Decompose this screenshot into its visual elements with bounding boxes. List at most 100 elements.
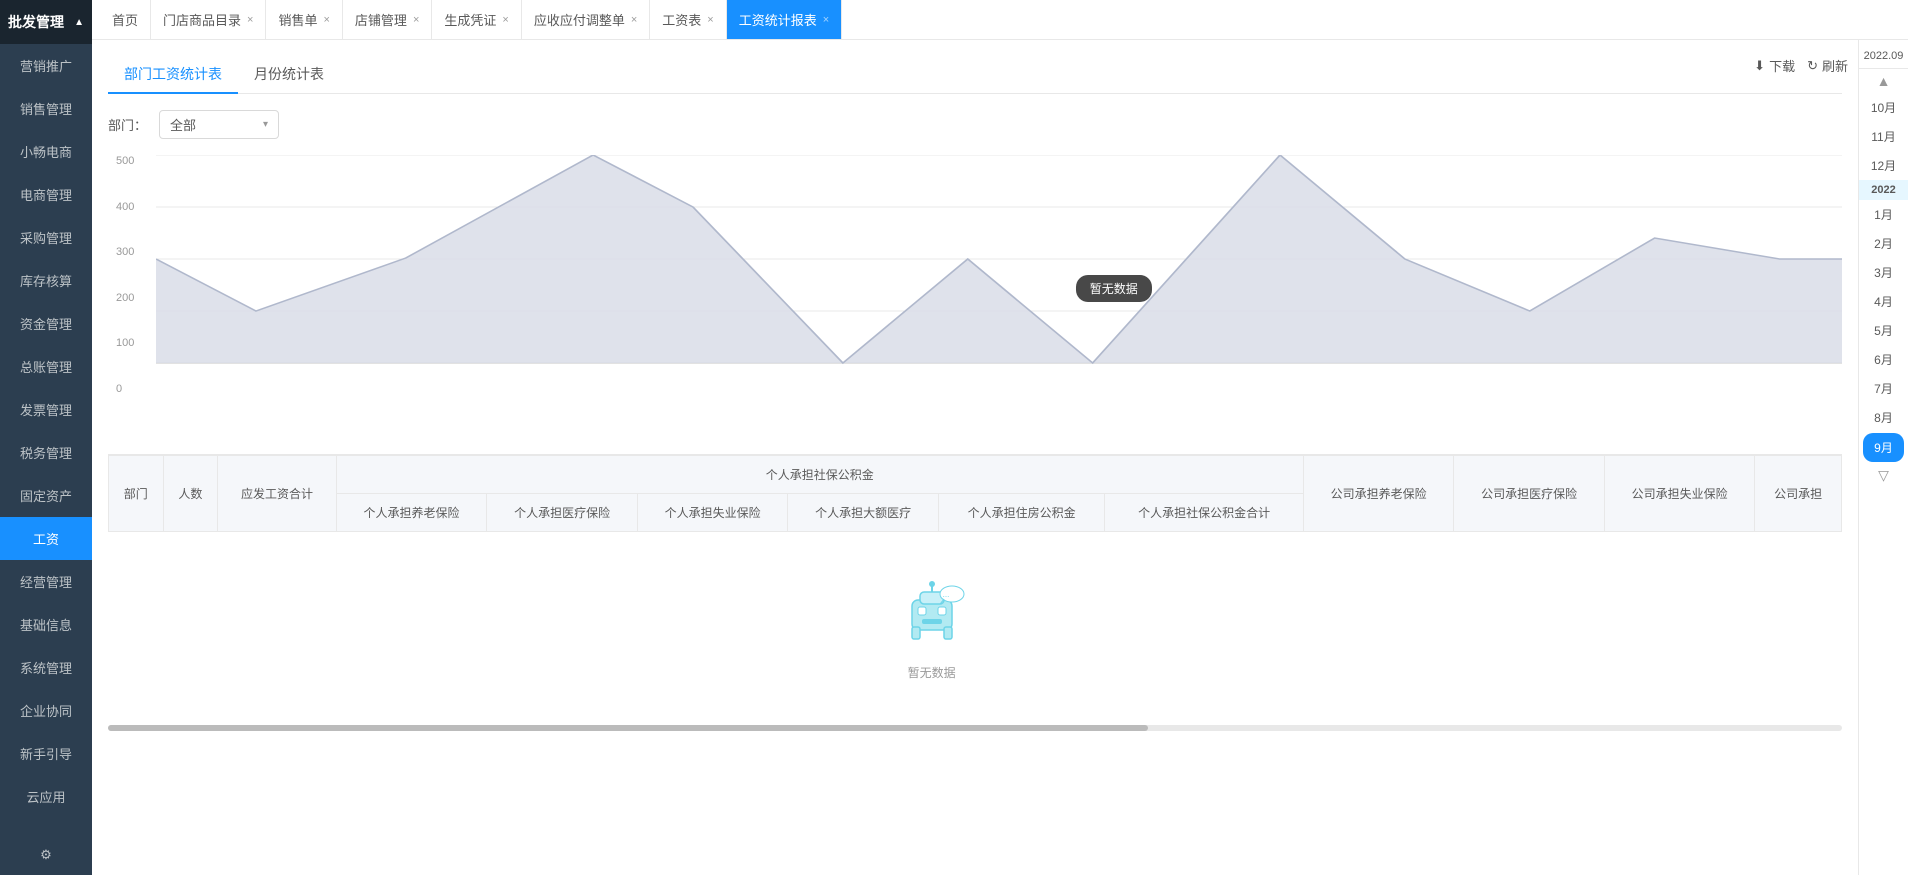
th-company-unemploy: 公司承担失业保险	[1604, 456, 1755, 532]
chart-tooltip: 暂无数据	[1076, 275, 1152, 302]
sidebar-item-12[interactable]: 经营管理	[0, 560, 92, 603]
month-1[interactable]: 1月	[1859, 200, 1908, 229]
tab-7[interactable]: 工资统计报表×	[727, 0, 842, 40]
tab-close-4[interactable]: ×	[502, 14, 508, 26]
empty-row: ... 暂无数据	[109, 532, 1842, 722]
th-total-wage: 应发工资合计	[218, 456, 337, 532]
month-4[interactable]: 4月	[1859, 287, 1908, 316]
th-personal-medical: 个人承担医疗保险	[487, 494, 638, 532]
tabs-container: 首页门店商品目录×销售单×店铺管理×生成凭证×应收应付调整单×工资表×工资统计报…	[100, 0, 842, 40]
y-label-100: 100	[116, 337, 134, 349]
month-11[interactable]: 11月	[1859, 122, 1908, 151]
download-icon: ⬇	[1754, 58, 1765, 74]
settings-button[interactable]: ⚙	[0, 835, 92, 875]
date-panel: 2022.09 ▲ 10月 11月 12月 2022 1月 2月 3月 4月 5…	[1858, 40, 1908, 875]
empty-text: 暂无数据	[908, 664, 956, 681]
date-nav-up[interactable]: ▲	[1859, 69, 1908, 93]
y-label-0: 0	[116, 383, 134, 395]
sidebar-header[interactable]: 批发管理 ▲	[0, 0, 92, 44]
tab-3[interactable]: 店铺管理×	[343, 0, 432, 40]
chart-area: 0 100 200 300 400 500	[108, 155, 1842, 455]
sidebar-item-2[interactable]: 小畅电商	[0, 130, 92, 173]
month-9-active[interactable]: 9月	[1863, 433, 1904, 462]
month-10[interactable]: 10月	[1859, 93, 1908, 122]
sidebar-item-1[interactable]: 销售管理	[0, 87, 92, 130]
month-2[interactable]: 2月	[1859, 229, 1908, 258]
empty-state: ... 暂无数据	[109, 532, 1755, 721]
tab-close-1[interactable]: ×	[247, 14, 253, 26]
department-select[interactable]: 全部 ▾	[159, 110, 279, 139]
sidebar-item-16[interactable]: 新手引导	[0, 732, 92, 775]
sidebar-item-14[interactable]: 系统管理	[0, 646, 92, 689]
th-personal-unemploy: 个人承担失业保险	[637, 494, 788, 532]
sub-tab-month[interactable]: 月份统计表	[238, 56, 340, 94]
sidebar-item-10[interactable]: 固定资产	[0, 474, 92, 517]
month-6[interactable]: 6月	[1859, 345, 1908, 374]
sidebar-item-13[interactable]: 基础信息	[0, 603, 92, 646]
tab-close-3[interactable]: ×	[413, 14, 419, 26]
sidebar-item-3[interactable]: 电商管理	[0, 173, 92, 216]
sidebar-item-11[interactable]: 工资	[0, 517, 92, 560]
data-table: 部门 人数 应发工资合计 个人承担社保公积金 公司承担养老保险 公司承担医疗保险…	[108, 455, 1842, 721]
toolbar: 部门： 全部 ▾	[108, 110, 1842, 139]
scrollbar-track[interactable]	[108, 725, 1842, 731]
settings-icon: ⚙	[40, 847, 52, 862]
sidebar-title: 批发管理	[8, 12, 64, 32]
sidebar-item-4[interactable]: 采购管理	[0, 216, 92, 259]
y-label-400: 400	[116, 201, 134, 213]
tab-2[interactable]: 销售单×	[266, 0, 342, 40]
refresh-icon: ↻	[1807, 58, 1818, 74]
svg-text:...: ...	[942, 590, 949, 599]
tab-6[interactable]: 工资表×	[650, 0, 726, 40]
sidebar: 批发管理 ▲ 营销推广销售管理小畅电商电商管理采购管理库存核算资金管理总账管理发…	[0, 0, 92, 875]
date-panel-header: 2022.09	[1859, 44, 1908, 69]
y-axis: 0 100 200 300 400 500	[116, 155, 134, 395]
th-count: 人数	[163, 456, 218, 532]
year-2022: 2022	[1859, 180, 1908, 200]
sidebar-item-9[interactable]: 税务管理	[0, 431, 92, 474]
scrollbar-thumb[interactable]	[108, 725, 1148, 731]
sidebar-item-0[interactable]: 营销推广	[0, 44, 92, 87]
month-3[interactable]: 3月	[1859, 258, 1908, 287]
chevron-down-icon: ▾	[263, 119, 268, 130]
sidebar-item-5[interactable]: 库存核算	[0, 259, 92, 302]
sub-tabs: 部门工资统计表 月份统计表	[108, 56, 1842, 94]
tab-close-7[interactable]: ×	[823, 14, 829, 26]
th-personal-major-medical: 个人承担大额医疗	[788, 494, 939, 532]
sidebar-arrow-icon: ▲	[74, 17, 84, 28]
sidebar-item-6[interactable]: 资金管理	[0, 302, 92, 345]
department-value: 全部	[170, 115, 196, 134]
content-area: ⬇ 下载 ↻ 刷新 部门工资统计表 月份统计表 部门： 全部 ▾	[92, 40, 1908, 875]
sidebar-item-15[interactable]: 企业协同	[0, 689, 92, 732]
th-department: 部门	[109, 456, 164, 532]
chart-svg	[148, 155, 1842, 415]
month-7[interactable]: 7月	[1859, 374, 1908, 403]
tab-0[interactable]: 首页	[100, 0, 151, 40]
tab-close-5[interactable]: ×	[631, 14, 637, 26]
y-label-500: 500	[116, 155, 134, 167]
month-8[interactable]: 8月	[1859, 403, 1908, 432]
month-5[interactable]: 5月	[1859, 316, 1908, 345]
tab-close-6[interactable]: ×	[707, 14, 713, 26]
table-wrapper: 部门 人数 应发工资合计 个人承担社保公积金 公司承担养老保险 公司承担医疗保险…	[108, 455, 1842, 721]
sidebar-item-8[interactable]: 发票管理	[0, 388, 92, 431]
th-company-pension: 公司承担养老保险	[1303, 456, 1454, 532]
y-label-200: 200	[116, 292, 134, 304]
tab-5[interactable]: 应收应付调整单×	[522, 0, 650, 40]
empty-icon: ...	[892, 572, 972, 652]
tab-1[interactable]: 门店商品目录×	[151, 0, 266, 40]
month-12[interactable]: 12月	[1859, 151, 1908, 180]
download-label: 下载	[1769, 56, 1795, 75]
date-nav-down[interactable]: ▽	[1859, 463, 1908, 488]
th-personal-total: 个人承担社保公积金合计	[1105, 494, 1303, 532]
sub-tab-department[interactable]: 部门工资统计表	[108, 56, 238, 94]
refresh-button[interactable]: ↻ 刷新	[1807, 56, 1848, 75]
sidebar-item-7[interactable]: 总账管理	[0, 345, 92, 388]
y-label-300: 300	[116, 246, 134, 258]
tab-close-2[interactable]: ×	[323, 14, 329, 26]
th-company-other: 公司承担	[1755, 456, 1842, 532]
page-content: ⬇ 下载 ↻ 刷新 部门工资统计表 月份统计表 部门： 全部 ▾	[92, 40, 1858, 875]
sidebar-item-17[interactable]: 云应用	[0, 775, 92, 818]
tab-4[interactable]: 生成凭证×	[432, 0, 521, 40]
download-button[interactable]: ⬇ 下载	[1754, 56, 1795, 75]
